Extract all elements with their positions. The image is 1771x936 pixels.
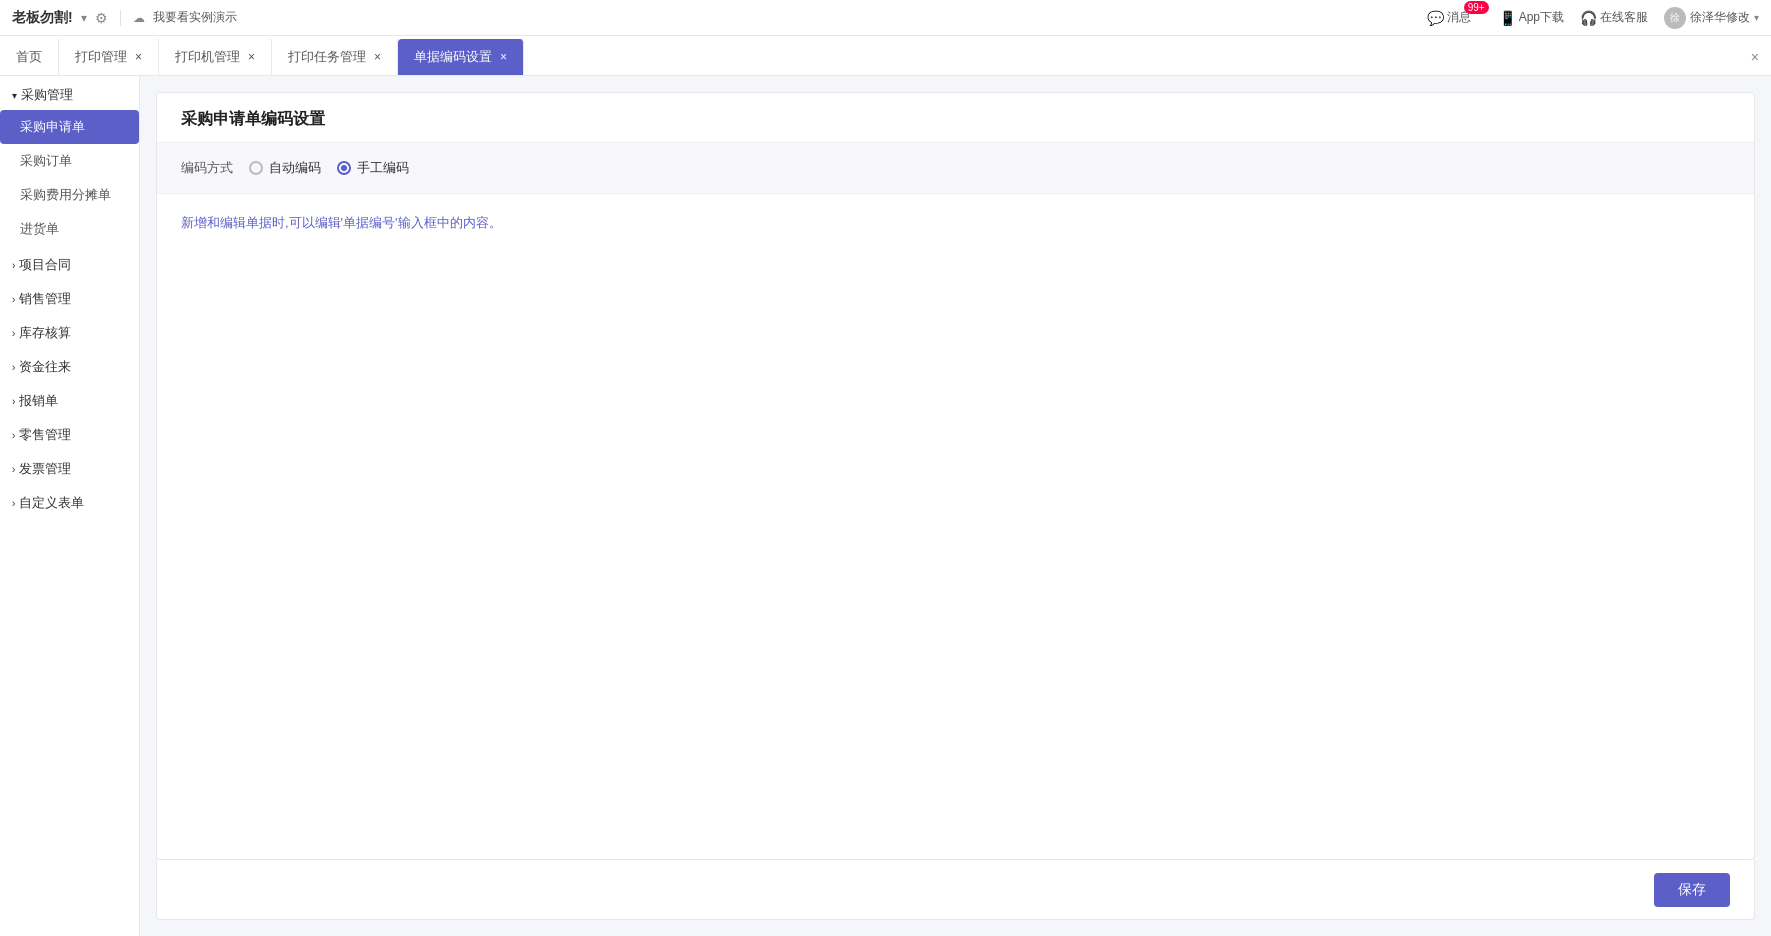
- sidebar-item-purchase-order[interactable]: 采购订单: [0, 144, 139, 178]
- avatar: 徐: [1664, 7, 1686, 29]
- sidebar-group-project: › 项目合同: [0, 246, 139, 280]
- tab-print-management[interactable]: 打印管理 ×: [59, 39, 159, 75]
- tab-print-management-label: 打印管理: [75, 48, 127, 66]
- sidebar-item-stock-in[interactable]: 进货单: [0, 212, 139, 246]
- top-bar: 老板勿割! ▾ ⚙ ☁ 我要看实例演示 💬 消息 99+ 📱 App下载 🎧 在…: [0, 0, 1771, 36]
- demo-link[interactable]: 我要看实例演示: [153, 9, 237, 26]
- sidebar: ▾ 采购管理 采购申请单 采购订单 采购费用分摊单 进货单 › 项目合同: [0, 76, 140, 936]
- encoding-label: 编码方式: [181, 159, 233, 177]
- content-inner: 采购申请单编码设置 编码方式 自动编码 手工编码 新增和编辑单据时,可以编辑'单…: [156, 92, 1755, 860]
- close-all-icon: ×: [1751, 49, 1759, 65]
- sidebar-group-expense: › 报销单: [0, 382, 139, 416]
- sidebar-group-sales-title[interactable]: › 销售管理: [0, 280, 139, 314]
- message-icon: 💬: [1427, 10, 1444, 26]
- sidebar-group-retail-title[interactable]: › 零售管理: [0, 416, 139, 450]
- chevron-right-icon: ›: [12, 328, 15, 339]
- sidebar-group-capital: › 资金往来: [0, 348, 139, 382]
- user-menu[interactable]: 徐 徐泽华修改 ▾: [1664, 7, 1759, 29]
- tab-home-label: 首页: [16, 48, 42, 66]
- save-button[interactable]: 保存: [1654, 873, 1730, 907]
- manual-code-label: 手工编码: [357, 159, 409, 177]
- tab-home[interactable]: 首页: [0, 39, 59, 75]
- auto-code-label: 自动编码: [269, 159, 321, 177]
- sidebar-group-purchase-title[interactable]: ▾ 采购管理: [0, 76, 139, 110]
- chevron-right-icon: ›: [12, 260, 15, 271]
- gear-icon[interactable]: ⚙: [95, 10, 108, 26]
- sidebar-group-retail: › 零售管理: [0, 416, 139, 450]
- manual-code-radio[interactable]: [337, 161, 351, 175]
- sidebar-group-capital-title[interactable]: › 资金往来: [0, 348, 139, 382]
- chevron-down-icon: ▾: [1754, 12, 1759, 23]
- download-icon: 📱: [1499, 10, 1516, 26]
- message-badge: 99+: [1464, 1, 1489, 14]
- tab-close-print-management[interactable]: ×: [135, 50, 142, 64]
- chevron-down-icon: ▾: [12, 90, 17, 101]
- manual-code-option[interactable]: 手工编码: [337, 159, 409, 177]
- sidebar-group-expense-title[interactable]: › 报销单: [0, 382, 139, 416]
- sidebar-group-custom-title[interactable]: › 自定义表单: [0, 484, 139, 518]
- online-service-button[interactable]: 🎧 在线客服: [1580, 9, 1648, 26]
- chevron-down-icon[interactable]: ▾: [81, 11, 87, 25]
- sidebar-group-purchase: ▾ 采购管理 采购申请单 采购订单 采购费用分摊单 进货单: [0, 76, 139, 246]
- tab-bar: 首页 打印管理 × 打印机管理 × 打印任务管理 × 单据编码设置 × ×: [0, 36, 1771, 76]
- content-footer: 保存: [156, 860, 1755, 920]
- tab-printer-management[interactable]: 打印机管理 ×: [159, 39, 272, 75]
- app-title: 老板勿割!: [12, 9, 73, 27]
- sidebar-group-sales: › 销售管理: [0, 280, 139, 314]
- sidebar-group-inventory: › 库存核算: [0, 314, 139, 348]
- sidebar-group-custom: › 自定义表单: [0, 484, 139, 518]
- sidebar-group-inventory-title[interactable]: › 库存核算: [0, 314, 139, 348]
- tab-close-printer-management[interactable]: ×: [248, 50, 255, 64]
- sidebar-group-invoice-title[interactable]: › 发票管理: [0, 450, 139, 484]
- top-bar-left: 老板勿割! ▾ ⚙ ☁ 我要看实例演示: [12, 9, 237, 27]
- tab-printer-management-label: 打印机管理: [175, 48, 240, 66]
- content-area: 采购申请单编码设置 编码方式 自动编码 手工编码 新增和编辑单据时,可以编辑'单…: [140, 76, 1771, 936]
- auto-code-radio[interactable]: [249, 161, 263, 175]
- app-download-button[interactable]: 📱 App下载: [1499, 9, 1564, 26]
- service-icon: 🎧: [1580, 10, 1597, 26]
- user-name: 徐泽华修改: [1690, 9, 1750, 26]
- sidebar-item-purchase-request[interactable]: 采购申请单: [0, 110, 139, 144]
- tab-print-task[interactable]: 打印任务管理 ×: [272, 39, 398, 75]
- chevron-right-icon: ›: [12, 464, 15, 475]
- chevron-right-icon: ›: [12, 362, 15, 373]
- page-title: 采购申请单编码设置: [157, 93, 1754, 143]
- tab-close-print-task[interactable]: ×: [374, 50, 381, 64]
- sidebar-group-project-title[interactable]: › 项目合同: [0, 246, 139, 280]
- encoding-section: 编码方式 自动编码 手工编码: [157, 143, 1754, 194]
- tab-encode-settings[interactable]: 单据编码设置 ×: [398, 39, 524, 75]
- tab-encode-settings-label: 单据编码设置: [414, 48, 492, 66]
- sidebar-item-purchase-cost[interactable]: 采购费用分摊单: [0, 178, 139, 212]
- app-download-label: App下载: [1519, 9, 1564, 26]
- chevron-right-icon: ›: [12, 498, 15, 509]
- message-button[interactable]: 💬 消息 99+: [1427, 9, 1471, 26]
- cloud-icon: ☁: [133, 11, 145, 25]
- chevron-right-icon: ›: [12, 430, 15, 441]
- chevron-right-icon: ›: [12, 396, 15, 407]
- tab-print-task-label: 打印任务管理: [288, 48, 366, 66]
- auto-code-option[interactable]: 自动编码: [249, 159, 321, 177]
- info-text: 新增和编辑单据时,可以编辑'单据编号'输入框中的内容。: [157, 194, 1754, 252]
- sidebar-group-invoice: › 发票管理: [0, 450, 139, 484]
- tab-close-encode-settings[interactable]: ×: [500, 50, 507, 64]
- main-layout: ▾ 采购管理 采购申请单 采购订单 采购费用分摊单 进货单 › 项目合同: [0, 76, 1771, 936]
- online-service-label: 在线客服: [1600, 9, 1648, 26]
- close-all-tabs-button[interactable]: ×: [1739, 39, 1771, 75]
- top-bar-right: 💬 消息 99+ 📱 App下载 🎧 在线客服 徐 徐泽华修改 ▾: [1427, 7, 1759, 29]
- chevron-right-icon: ›: [12, 294, 15, 305]
